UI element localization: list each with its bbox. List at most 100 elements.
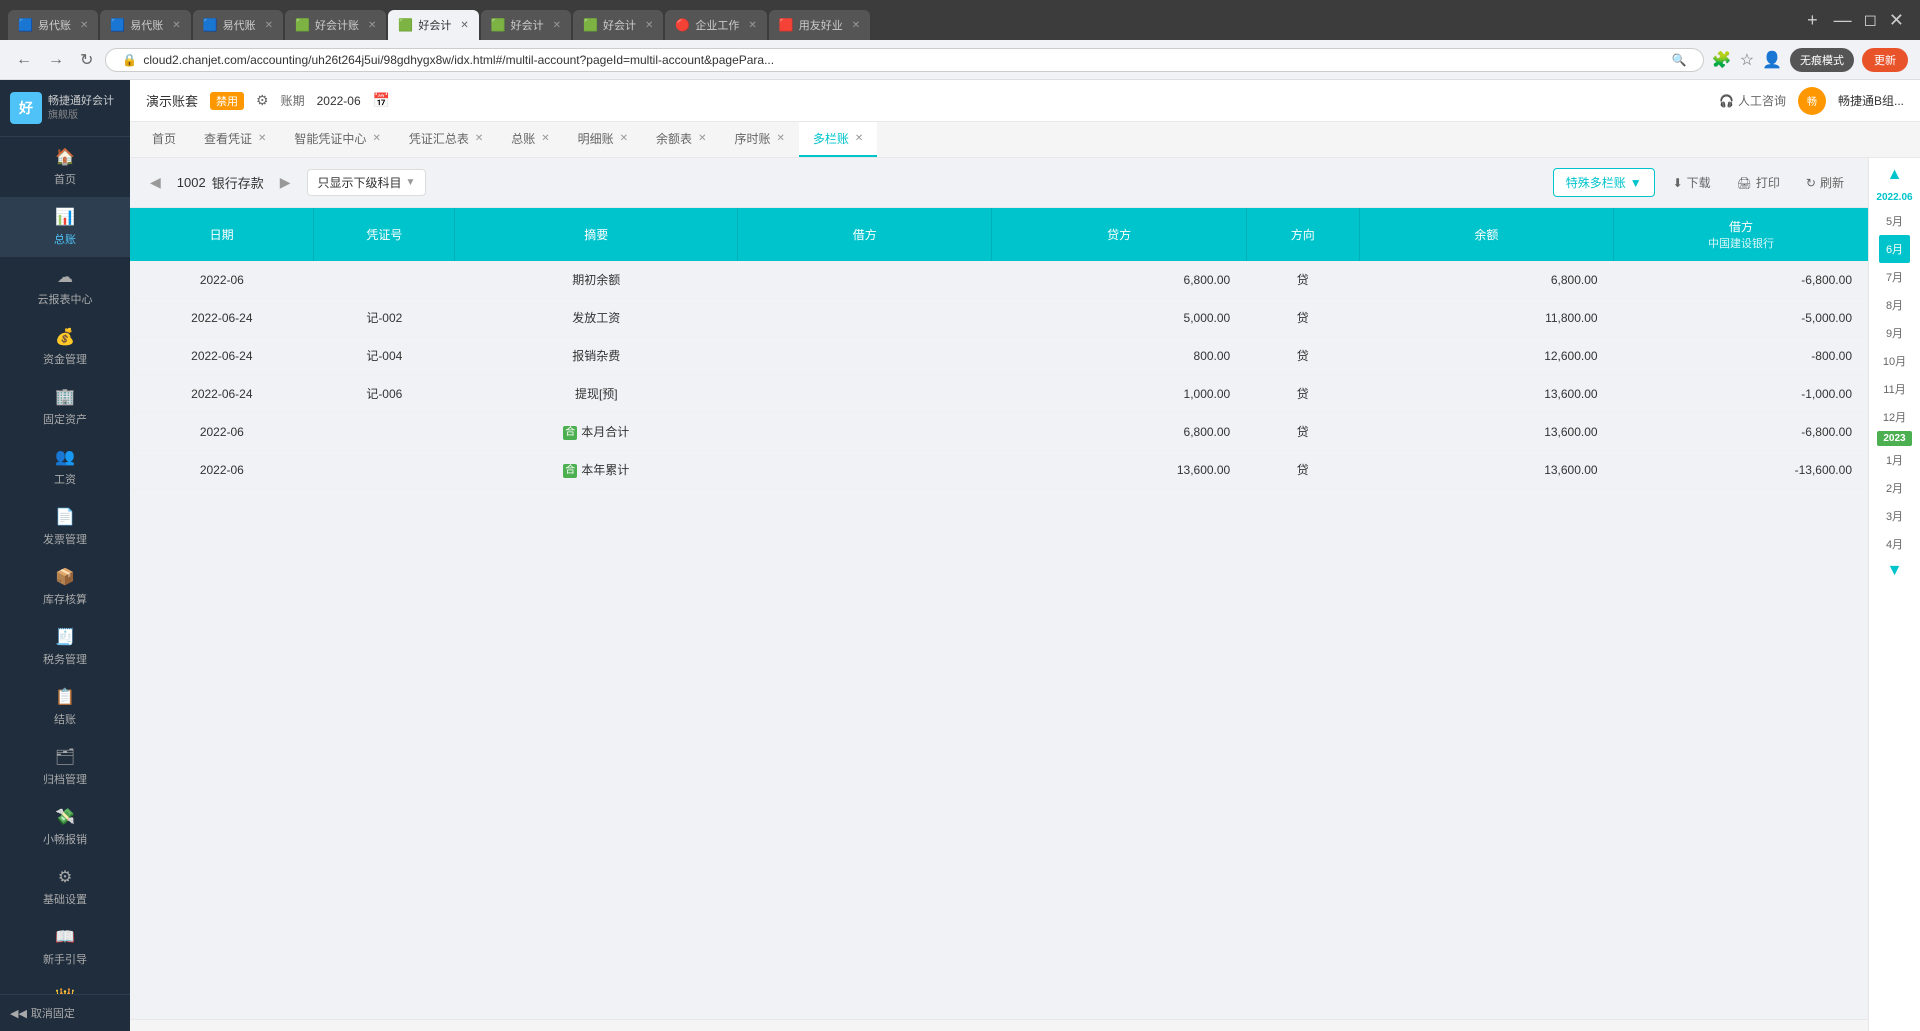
ledger-table-container[interactable]: 日期 凭证号 摘要 借方 贷方 方向 余额 借方 中国建设银行 [130,208,1868,1019]
restore-icon[interactable]: ◻ [1864,10,1877,30]
browser-tab[interactable]: 🟦易代账✕ [8,10,98,40]
page-tab-查看凭证[interactable]: 查看凭证✕ [190,122,280,157]
calendar-month-2023-3月[interactable]: 3月 [1882,502,1907,530]
reload-button[interactable]: ↻ [76,48,97,72]
browser-tab[interactable]: 🟩好会计账✕ [285,10,386,40]
sidebar-item-工资[interactable]: 👥工资 [0,437,130,497]
calendar-month-9月[interactable]: 9月 [1879,319,1910,347]
sidebar-item-固定资产[interactable]: 🏢固定资产 [0,377,130,437]
page-tab-close[interactable]: ✕ [698,133,706,144]
sidebar-item-库存核算[interactable]: 📦库存核算 [0,557,130,617]
sidebar-item-归档管理[interactable]: 🗂归档管理 [0,737,130,797]
user-name[interactable]: 畅捷通B组... [1838,92,1904,109]
special-multicolumn-button[interactable]: 特殊多栏账 ▼ [1553,168,1655,197]
sidebar-item-总账[interactable]: 📊总账 [0,197,130,257]
tab-close-icon[interactable]: ✕ [368,20,376,31]
page-tab-总账[interactable]: 总账✕ [497,122,563,157]
tab-close-icon[interactable]: ✕ [172,20,180,31]
page-tab-close[interactable]: ✕ [541,133,549,144]
tab-close-icon[interactable]: ✕ [645,20,653,31]
page-tab-close[interactable]: ✕ [475,133,483,144]
voucher-link[interactable]: 记-006 [366,387,402,401]
sidebar-item-发票管理[interactable]: 📄发票管理 [0,497,130,557]
sidebar-label: 新手引导 [43,951,87,967]
calendar-month-10月[interactable]: 10月 [1879,347,1910,375]
sidebar-item-税务管理[interactable]: 🧾税务管理 [0,617,130,677]
voucher-link[interactable]: 记-002 [366,311,402,325]
browser-tab[interactable]: 🟥用友好业✕ [769,10,870,40]
calendar-month-7月[interactable]: 7月 [1879,263,1910,291]
browser-tab[interactable]: 🟩好会计✕ [481,10,571,40]
print-button[interactable]: 🖨 打印 [1729,169,1788,196]
wuhen-button[interactable]: 无痕模式 [1790,48,1854,72]
calendar-month-6月[interactable]: 6月 [1879,235,1910,263]
cell-voucher[interactable]: 记-002 [314,299,455,337]
sidebar-unpin-button[interactable]: ◀◀ 取消固定 [0,994,130,1031]
prev-account-button[interactable]: ◀ [146,172,165,193]
new-tab-button[interactable]: + [1799,10,1826,31]
calendar-month-2023-4月[interactable]: 4月 [1882,530,1907,558]
cell-voucher[interactable]: 记-004 [314,337,455,375]
address-bar[interactable]: 🔒 cloud2.chanjet.com/accounting/uh26t264… [105,48,1703,72]
page-tab-close[interactable]: ✕ [855,133,863,144]
browser-tab[interactable]: 🟦易代账✕ [100,10,190,40]
sidebar-item-首页[interactable]: 🏠首页 [0,137,130,197]
tab-close-icon[interactable]: ✕ [460,20,468,31]
page-tab-明细账[interactable]: 明细账✕ [564,122,642,157]
filter-button[interactable]: 只显示下级科目 ▼ [307,169,427,196]
page-tab-close[interactable]: ✕ [258,133,266,144]
tab-close-icon[interactable]: ✕ [852,20,860,31]
page-tab-凭证汇总表[interactable]: 凭证汇总表✕ [395,122,497,157]
tab-close-icon[interactable]: ✕ [265,20,273,31]
browser-tab[interactable]: 🟩好会计✕ [388,10,478,40]
sidebar-item-小畅报销[interactable]: 💸小畅报销 [0,797,130,857]
extensions-icon[interactable]: 🧩 [1712,50,1732,70]
next-account-button[interactable]: ▶ [276,172,295,193]
browser-tab[interactable]: 🟦易代账✕ [193,10,283,40]
calendar-icon[interactable]: 📅 [373,92,390,109]
page-tab-序时账[interactable]: 序时账✕ [720,122,798,157]
cell-debit [738,413,992,451]
page-tab-智能凭证中心[interactable]: 智能凭证中心✕ [280,122,394,157]
sidebar-item-新手引导[interactable]: 📖新手引导 [0,917,130,977]
cell-voucher[interactable]: 记-006 [314,375,455,413]
calendar-scroll-down[interactable]: ▼ [1883,558,1907,584]
settings-icon[interactable]: ⚙ [256,92,269,109]
horizontal-scrollbar[interactable] [130,1019,1868,1031]
back-button[interactable]: ← [12,49,36,71]
avatar[interactable]: 畅 [1798,87,1826,115]
browser-tab[interactable]: 🔴企业工作✕ [665,10,766,40]
update-button[interactable]: 更新 [1862,48,1908,72]
sidebar-item-基础设置[interactable]: ⚙基础设置 [0,857,130,917]
forward-button[interactable]: → [44,49,68,71]
sidebar-item-畅会员[interactable]: 👑畅会员 [0,977,130,994]
page-tab-close[interactable]: ✕ [620,133,628,144]
refresh-button[interactable]: ↻ 刷新 [1798,169,1852,196]
tab-close-icon[interactable]: ✕ [748,20,756,31]
calendar-month-5月[interactable]: 5月 [1879,207,1910,235]
profile-icon[interactable]: 👤 [1762,50,1782,70]
calendar-month-2023-1月[interactable]: 1月 [1882,446,1907,474]
page-tab-首页[interactable]: 首页 [138,122,190,157]
calendar-month-8月[interactable]: 8月 [1879,291,1910,319]
browser-tab[interactable]: 🟩好会计✕ [573,10,663,40]
download-button[interactable]: ⬇ 下载 [1665,169,1719,196]
service-button[interactable]: 🎧 人工咨询 [1719,92,1786,109]
voucher-link[interactable]: 记-004 [366,349,402,363]
page-tab-close[interactable]: ✕ [372,133,380,144]
minimize-icon[interactable]: — [1834,10,1852,31]
page-tab-余额表[interactable]: 余额表✕ [642,122,720,157]
tab-close-icon[interactable]: ✕ [553,20,561,31]
calendar-month-11月[interactable]: 11月 [1879,375,1910,403]
sidebar-item-资金管理[interactable]: 💰资金管理 [0,317,130,377]
sidebar-item-结账[interactable]: 📋结账 [0,677,130,737]
calendar-month-2023-2月[interactable]: 2月 [1882,474,1907,502]
close-icon[interactable]: ✕ [1889,10,1904,31]
tab-close-icon[interactable]: ✕ [80,20,88,31]
calendar-scroll-up[interactable]: ▲ [1883,162,1907,188]
calendar-month-12月[interactable]: 12月 [1879,403,1910,431]
bookmark-icon[interactable]: ☆ [1740,50,1754,70]
sidebar-item-云报表中心[interactable]: ☁云报表中心 [0,257,130,317]
page-tab-close[interactable]: ✕ [776,133,784,144]
page-tab-多栏账[interactable]: 多栏账✕ [799,122,877,157]
